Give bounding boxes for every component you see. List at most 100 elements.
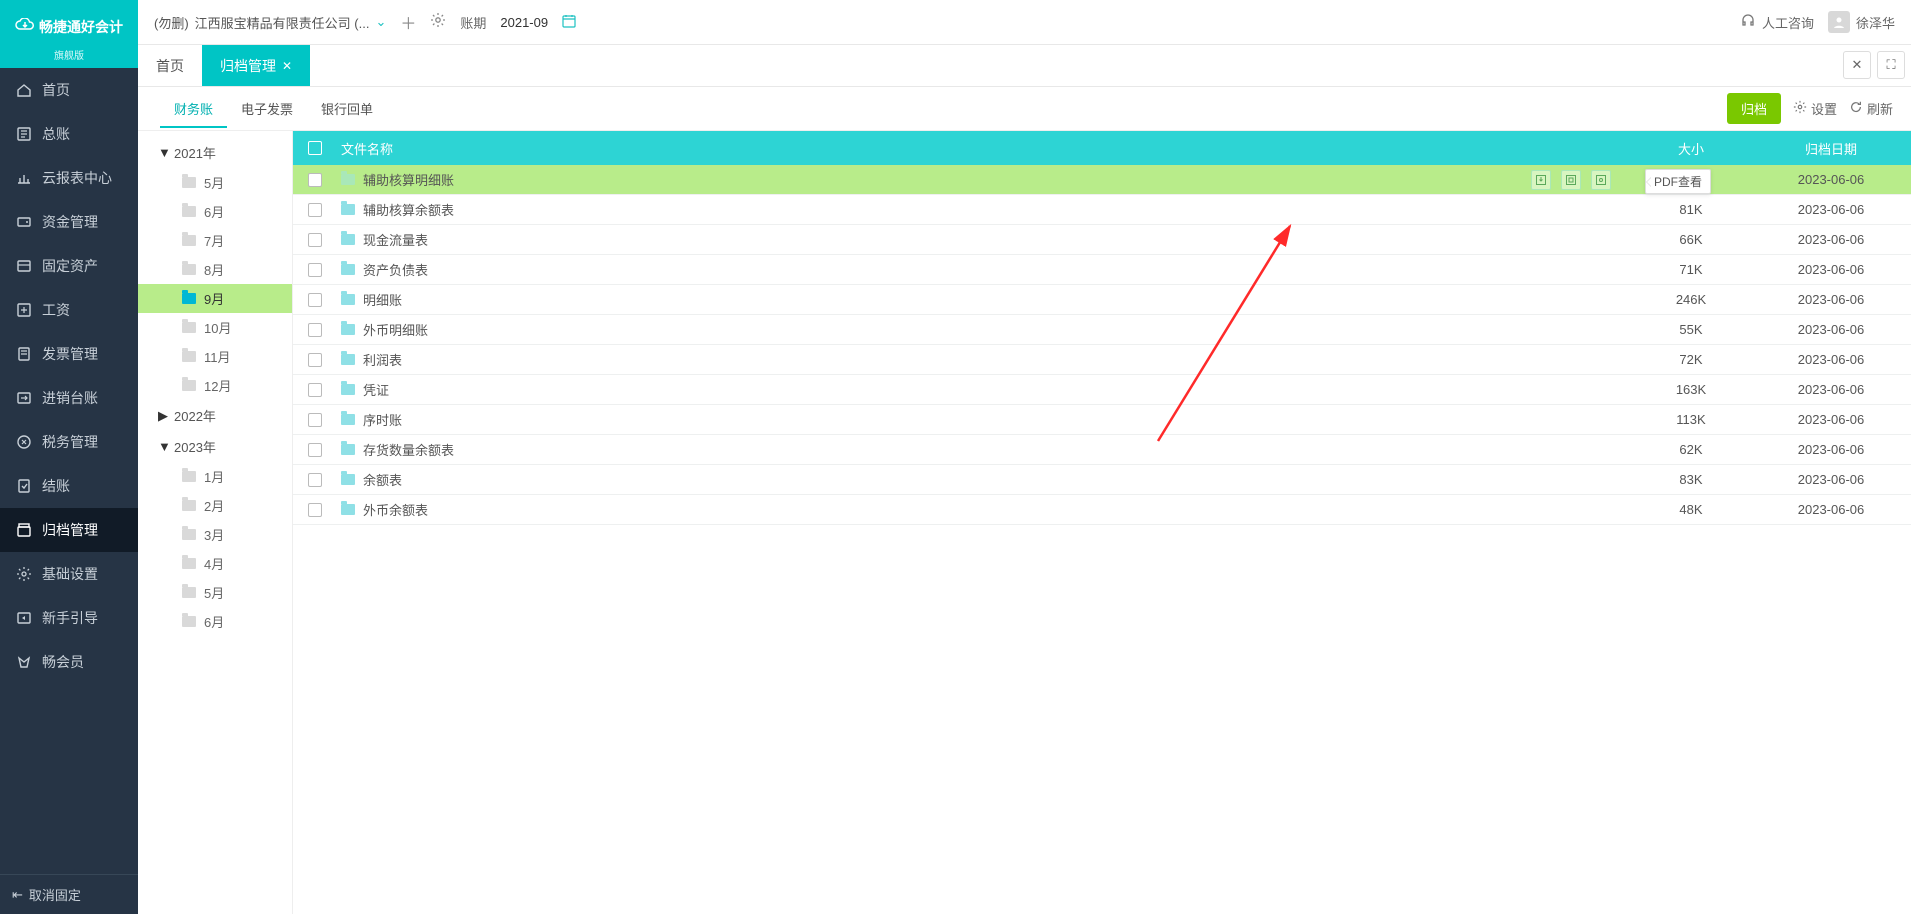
caret-icon: ▼: [158, 439, 168, 454]
sidebar-item-3[interactable]: 资金管理: [0, 200, 138, 244]
payroll-icon: [16, 302, 32, 318]
table-row[interactable]: 明细账246K2023-06-06: [293, 285, 1911, 315]
file-name: 资产负债表: [363, 260, 428, 279]
table-row[interactable]: 现金流量表66K2023-06-06: [293, 225, 1911, 255]
row-checkbox[interactable]: [308, 413, 322, 427]
row-checkbox[interactable]: [308, 353, 322, 367]
nav-label: 结账: [42, 476, 70, 496]
unpin-button[interactable]: ⇤ 取消固定: [0, 874, 138, 914]
subtab-2[interactable]: 银行回单: [307, 89, 387, 128]
sidebar-item-4[interactable]: 固定资产: [0, 244, 138, 288]
close-tab-button[interactable]: ✕: [1843, 51, 1871, 79]
col-size[interactable]: 大小: [1631, 139, 1751, 158]
table-row[interactable]: 序时账113K2023-06-06: [293, 405, 1911, 435]
row-checkbox[interactable]: [308, 293, 322, 307]
subtab-0[interactable]: 财务账: [160, 89, 227, 128]
archive-button[interactable]: 归档: [1727, 93, 1781, 124]
folder-icon: [341, 414, 355, 425]
col-name[interactable]: 文件名称: [337, 139, 1631, 158]
company-prefix: (勿删): [154, 13, 189, 32]
table-row[interactable]: 利润表72K2023-06-06: [293, 345, 1911, 375]
row-checkbox[interactable]: [308, 233, 322, 247]
download-icon[interactable]: [1561, 170, 1581, 190]
folder-icon: [341, 174, 355, 185]
settings-button[interactable]: 设置: [1793, 99, 1837, 118]
user-menu[interactable]: 徐泽华: [1828, 11, 1895, 33]
tree-month[interactable]: 5月: [138, 168, 292, 197]
calendar-icon[interactable]: [562, 14, 576, 31]
fullscreen-button[interactable]: ⛶: [1877, 51, 1905, 79]
table-row[interactable]: 辅助核算余额表81K2023-06-06: [293, 195, 1911, 225]
company-settings-button[interactable]: [430, 12, 446, 33]
tree-month[interactable]: 8月: [138, 255, 292, 284]
tree-month[interactable]: 1月: [138, 462, 292, 491]
table-row[interactable]: 余额表83K2023-06-06: [293, 465, 1911, 495]
sidebar-item-1[interactable]: 总账: [0, 112, 138, 156]
nav-label: 工资: [42, 300, 70, 320]
tab-archive[interactable]: 归档管理 ✕: [202, 45, 310, 86]
table-row[interactable]: 辅助核算明细账16K2023-06-06PDF查看: [293, 165, 1911, 195]
select-all-checkbox[interactable]: [308, 141, 322, 155]
tree-month[interactable]: 11月: [138, 342, 292, 371]
row-checkbox[interactable]: [308, 473, 322, 487]
period-value[interactable]: 2021-09: [500, 15, 548, 30]
col-date[interactable]: 归档日期: [1751, 139, 1911, 158]
row-checkbox[interactable]: [308, 443, 322, 457]
subtab-1[interactable]: 电子发票: [227, 89, 307, 128]
support-button[interactable]: 人工咨询: [1740, 13, 1814, 32]
nav-label: 畅会员: [42, 652, 84, 672]
cloud-icon: [15, 18, 35, 35]
tree-year-2[interactable]: ▼2023年: [138, 431, 292, 462]
tree-year-0[interactable]: ▼2021年: [138, 137, 292, 168]
tree-month[interactable]: 9月: [138, 284, 292, 313]
brand-edition: 旗舰版: [0, 47, 138, 62]
sidebar-item-5[interactable]: 工资: [0, 288, 138, 332]
company-selector[interactable]: (勿删) 江西服宝精品有限责任公司 (... ⌄: [154, 13, 386, 32]
row-checkbox[interactable]: [308, 383, 322, 397]
tree-month[interactable]: 10月: [138, 313, 292, 342]
folder-icon: [182, 235, 196, 246]
table-row[interactable]: 存货数量余额表62K2023-06-06: [293, 435, 1911, 465]
table-row[interactable]: 凭证163K2023-06-06: [293, 375, 1911, 405]
row-checkbox[interactable]: [308, 173, 322, 187]
tree-month[interactable]: 4月: [138, 549, 292, 578]
refresh-button[interactable]: 刷新: [1849, 99, 1893, 118]
tree-month[interactable]: 2月: [138, 491, 292, 520]
tree-month[interactable]: 3月: [138, 520, 292, 549]
row-checkbox[interactable]: [308, 263, 322, 277]
sidebar-item-10[interactable]: 归档管理: [0, 508, 138, 552]
sidebar-item-8[interactable]: 税务管理: [0, 420, 138, 464]
tree-month[interactable]: 7月: [138, 226, 292, 255]
nav-label: 税务管理: [42, 432, 98, 452]
tax-icon: [16, 434, 32, 450]
folder-icon: [182, 471, 196, 482]
table-row[interactable]: 外币余额表48K2023-06-06: [293, 495, 1911, 525]
tree-year-1[interactable]: ▶2022年: [138, 400, 292, 431]
sidebar-item-9[interactable]: 结账: [0, 464, 138, 508]
row-checkbox[interactable]: [308, 503, 322, 517]
sidebar-item-7[interactable]: 进销台账: [0, 376, 138, 420]
export-icon[interactable]: [1531, 170, 1551, 190]
sidebar-item-0[interactable]: 首页: [0, 68, 138, 112]
tree-month[interactable]: 6月: [138, 197, 292, 226]
close-icon[interactable]: ✕: [282, 59, 292, 73]
add-company-button[interactable]: ＋: [400, 10, 416, 34]
tree-month[interactable]: 12月: [138, 371, 292, 400]
sidebar-item-12[interactable]: 新手引导: [0, 596, 138, 640]
tree-month[interactable]: 6月: [138, 607, 292, 636]
sidebar-item-13[interactable]: 畅会员: [0, 640, 138, 684]
table-row[interactable]: 外币明细账55K2023-06-06: [293, 315, 1911, 345]
tab-home[interactable]: 首页: [138, 45, 202, 86]
sidebar-item-6[interactable]: 发票管理: [0, 332, 138, 376]
pdf-view-icon[interactable]: [1591, 170, 1611, 190]
tree-month[interactable]: 5月: [138, 578, 292, 607]
settings-icon: [16, 566, 32, 582]
nav-label: 归档管理: [42, 520, 98, 540]
row-checkbox[interactable]: [308, 203, 322, 217]
file-date: 2023-06-06: [1751, 322, 1911, 337]
guide-icon: [16, 610, 32, 626]
table-row[interactable]: 资产负债表71K2023-06-06: [293, 255, 1911, 285]
sidebar-item-11[interactable]: 基础设置: [0, 552, 138, 596]
row-checkbox[interactable]: [308, 323, 322, 337]
sidebar-item-2[interactable]: 云报表中心: [0, 156, 138, 200]
